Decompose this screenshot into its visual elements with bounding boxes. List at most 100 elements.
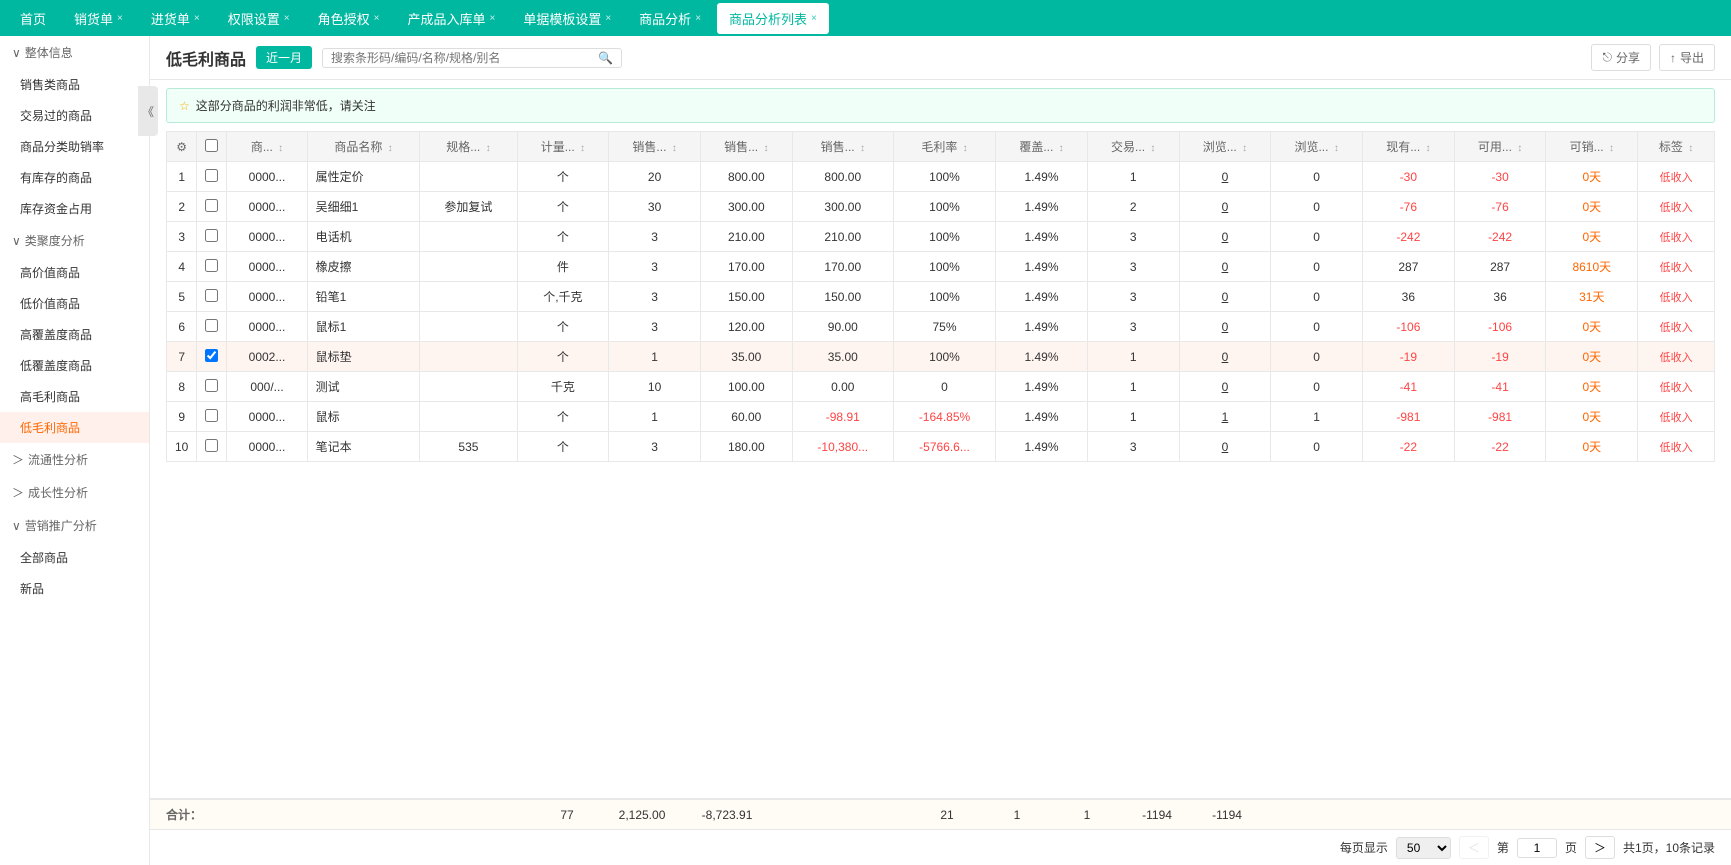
cell-spec bbox=[420, 372, 517, 402]
sidebar-item-low-value[interactable]: 低价值商品 bbox=[0, 288, 149, 319]
sidebar-item-high-margin[interactable]: 高毛利商品 bbox=[0, 381, 149, 412]
nav-product-analysis-list-close[interactable]: × bbox=[811, 13, 817, 24]
cell-view1[interactable]: 0 bbox=[1179, 192, 1271, 222]
nav-template-close[interactable]: × bbox=[605, 13, 611, 24]
sidebar-item-stock-capital[interactable]: 库存资金占用 bbox=[0, 193, 149, 224]
th-stock3[interactable]: 可销... ↕ bbox=[1546, 132, 1638, 162]
sidebar-item-high-coverage[interactable]: 高覆盖度商品 bbox=[0, 319, 149, 350]
table-row: 2 0000... 吴细细1 参加复试 个 30 300.00 300.00 1… bbox=[167, 192, 1715, 222]
sidebar-section-overall[interactable]: ∨ 整体信息 bbox=[0, 36, 149, 69]
sidebar-item-high-value[interactable]: 高价值商品 bbox=[0, 257, 149, 288]
sidebar-item-low-coverage[interactable]: 低覆盖度商品 bbox=[0, 350, 149, 381]
cell-view1[interactable]: 0 bbox=[1179, 162, 1271, 192]
nav-product-analysis-label: 商品分析 bbox=[639, 9, 691, 28]
row-checkbox[interactable] bbox=[205, 229, 218, 242]
row-checkbox[interactable] bbox=[205, 409, 218, 422]
th-sales1[interactable]: 销售... ↕ bbox=[609, 132, 701, 162]
page-size-select[interactable]: 50 100 200 bbox=[1396, 837, 1451, 859]
row-checkbox[interactable] bbox=[205, 259, 218, 272]
sidebar-section-cluster[interactable]: ∨ 类聚度分析 bbox=[0, 224, 149, 257]
nav-purchase[interactable]: 进货单 × bbox=[139, 3, 212, 34]
nav-permission[interactable]: 权限设置 × bbox=[216, 3, 302, 34]
th-view1[interactable]: 浏览... ↕ bbox=[1179, 132, 1271, 162]
nav-product-analysis-close[interactable]: × bbox=[695, 13, 701, 24]
cell-check[interactable] bbox=[197, 162, 227, 192]
cell-view1[interactable]: 0 bbox=[1179, 312, 1271, 342]
th-code[interactable]: 商... ↕ bbox=[227, 132, 307, 162]
cell-view1[interactable]: 0 bbox=[1179, 282, 1271, 312]
cell-sales2: 180.00 bbox=[700, 432, 792, 462]
row-checkbox[interactable] bbox=[205, 199, 218, 212]
th-stock2[interactable]: 可用... ↕ bbox=[1454, 132, 1546, 162]
cell-view1[interactable]: 0 bbox=[1179, 252, 1271, 282]
sidebar-section-flow[interactable]: ＞ 流通性分析 bbox=[0, 443, 149, 476]
sidebar-item-low-margin[interactable]: 低毛利商品 bbox=[0, 412, 149, 443]
cell-check[interactable] bbox=[197, 432, 227, 462]
sidebar-section-growth[interactable]: ＞ 成长性分析 bbox=[0, 476, 149, 509]
share-button[interactable]: ⎋ 分享 bbox=[1591, 44, 1651, 71]
th-tag[interactable]: 标签 ↕ bbox=[1638, 132, 1715, 162]
export-button[interactable]: ↑ 导出 bbox=[1659, 44, 1715, 71]
th-spec[interactable]: 规格... ↕ bbox=[420, 132, 517, 162]
row-checkbox[interactable] bbox=[205, 349, 218, 362]
cell-view1[interactable]: 1 bbox=[1179, 402, 1271, 432]
row-checkbox[interactable] bbox=[205, 379, 218, 392]
nav-product-entry-label: 产成品入库单 bbox=[407, 9, 485, 28]
sidebar-item-category-rate[interactable]: 商品分类助销率 bbox=[0, 131, 149, 162]
th-trade[interactable]: 交易... ↕ bbox=[1087, 132, 1179, 162]
th-name[interactable]: 商品名称 ↕ bbox=[307, 132, 420, 162]
sidebar-item-all-products[interactable]: 全部商品 bbox=[0, 542, 149, 573]
th-sales3[interactable]: 销售... ↕ bbox=[792, 132, 893, 162]
row-checkbox[interactable] bbox=[205, 439, 218, 452]
row-checkbox[interactable] bbox=[205, 319, 218, 332]
sidebar: ∨ 整体信息 销售类商品 交易过的商品 商品分类助销率 有库存的商品 库存资金占… bbox=[0, 36, 150, 865]
nav-sales-close[interactable]: × bbox=[117, 13, 123, 24]
cell-check[interactable] bbox=[197, 222, 227, 252]
date-filter-button[interactable]: 近一月 bbox=[256, 46, 312, 69]
th-coverage[interactable]: 覆盖... ↕ bbox=[996, 132, 1088, 162]
row-checkbox[interactable] bbox=[205, 169, 218, 182]
sidebar-item-stock-products[interactable]: 有库存的商品 bbox=[0, 162, 149, 193]
nav-sales[interactable]: 销货单 × bbox=[62, 3, 135, 34]
cell-check[interactable] bbox=[197, 342, 227, 372]
next-page-button[interactable]: ＞ bbox=[1585, 836, 1615, 859]
sidebar-item-sales-products[interactable]: 销售类商品 bbox=[0, 69, 149, 100]
nav-product-analysis-list[interactable]: 商品分析列表 × bbox=[717, 3, 829, 34]
th-check[interactable] bbox=[197, 132, 227, 162]
th-unit[interactable]: 计量... ↕ bbox=[517, 132, 609, 162]
select-all-checkbox[interactable] bbox=[205, 139, 218, 152]
th-margin[interactable]: 毛利率 ↕ bbox=[893, 132, 995, 162]
cell-view1[interactable]: 0 bbox=[1179, 432, 1271, 462]
th-settings[interactable]: ⚙ bbox=[167, 132, 197, 162]
nav-template[interactable]: 单据模板设置 × bbox=[511, 3, 623, 34]
search-icon[interactable]: 🔍 bbox=[598, 51, 613, 65]
nav-product-analysis[interactable]: 商品分析 × bbox=[627, 3, 713, 34]
prev-page-button[interactable]: ＜ bbox=[1459, 836, 1489, 859]
cell-check[interactable] bbox=[197, 402, 227, 432]
th-view2[interactable]: 浏览... ↕ bbox=[1271, 132, 1363, 162]
cell-check[interactable] bbox=[197, 282, 227, 312]
nav-purchase-close[interactable]: × bbox=[194, 13, 200, 24]
cell-check[interactable] bbox=[197, 312, 227, 342]
sidebar-item-new-products[interactable]: 新品 bbox=[0, 573, 149, 604]
th-stock1[interactable]: 现有... ↕ bbox=[1363, 132, 1455, 162]
sidebar-collapse-button[interactable]: 《 bbox=[138, 86, 158, 136]
cell-check[interactable] bbox=[197, 372, 227, 402]
cell-check[interactable] bbox=[197, 252, 227, 282]
nav-permission-close[interactable]: × bbox=[284, 13, 290, 24]
nav-product-entry[interactable]: 产成品入库单 × bbox=[395, 3, 507, 34]
sidebar-section-marketing[interactable]: ∨ 营销推广分析 bbox=[0, 509, 149, 542]
cell-view1[interactable]: 0 bbox=[1179, 222, 1271, 252]
page-input[interactable] bbox=[1517, 838, 1557, 858]
nav-role[interactable]: 角色授权 × bbox=[306, 3, 392, 34]
cell-check[interactable] bbox=[197, 192, 227, 222]
nav-role-close[interactable]: × bbox=[374, 13, 380, 24]
cell-view1[interactable]: 0 bbox=[1179, 372, 1271, 402]
row-checkbox[interactable] bbox=[205, 289, 218, 302]
nav-home[interactable]: 首页 bbox=[8, 3, 58, 34]
nav-product-entry-close[interactable]: × bbox=[489, 13, 495, 24]
cell-view1[interactable]: 0 bbox=[1179, 342, 1271, 372]
th-sales2[interactable]: 销售... ↕ bbox=[700, 132, 792, 162]
sidebar-item-traded-products[interactable]: 交易过的商品 bbox=[0, 100, 149, 131]
search-input[interactable] bbox=[331, 51, 598, 65]
